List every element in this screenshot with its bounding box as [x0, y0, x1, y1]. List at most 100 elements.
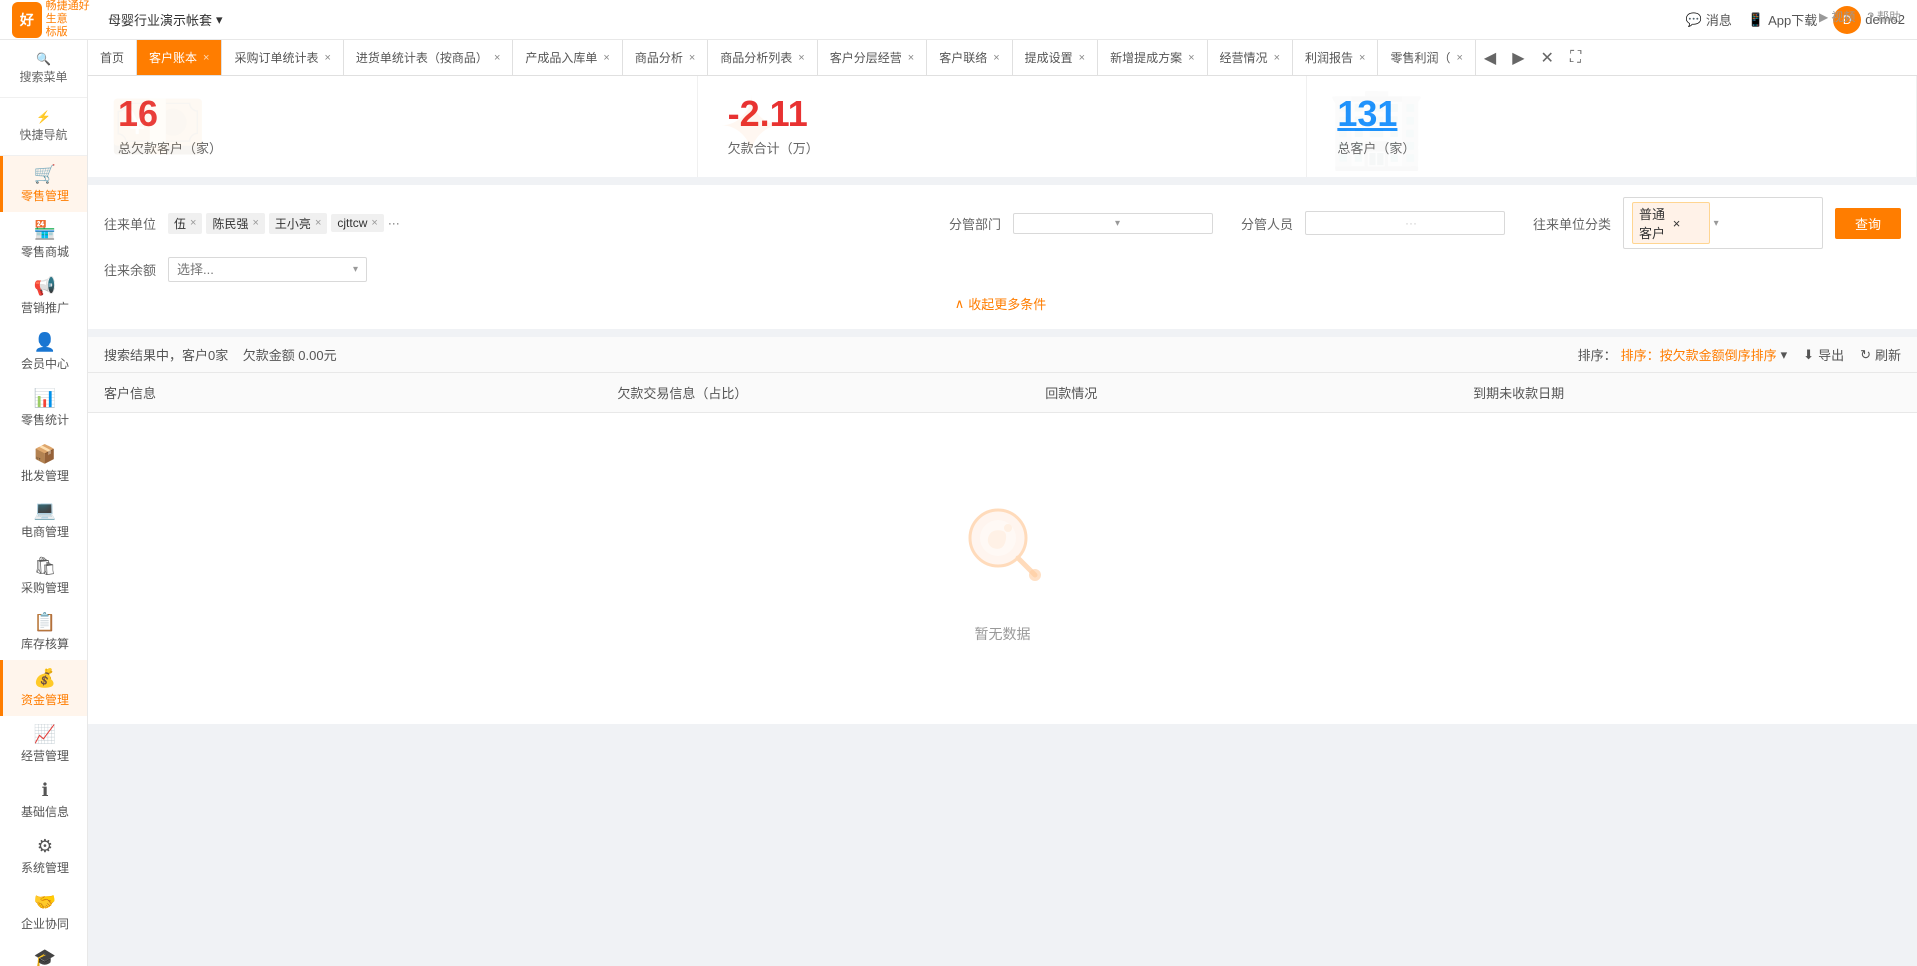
unit-tag-3[interactable]: cjttcw ×	[331, 214, 383, 232]
sidebar-item-retail-stats[interactable]: 📊 零售统计	[0, 380, 87, 436]
close-tab-retail-profit[interactable]: ×	[1456, 52, 1462, 64]
query-button[interactable]: 查询	[1835, 208, 1901, 239]
result-info: 搜索结果中，客户0家 欠款金额 0.00元	[104, 345, 337, 364]
close-tab-customer-tier[interactable]: ×	[908, 52, 914, 64]
person-select-more: ···	[1405, 216, 1496, 230]
enterprise-coop-icon: 🤝	[34, 892, 56, 913]
remove-tag-3[interactable]: ×	[371, 217, 377, 229]
close-tab-promotion-settings[interactable]: ×	[1079, 52, 1085, 64]
tab-inbound-stats[interactable]: 进货单统计表（按商品） ×	[344, 40, 513, 76]
unit-class-select[interactable]: 普通客户 × ▾	[1623, 197, 1823, 249]
person-select[interactable]: ···	[1305, 211, 1505, 235]
sidebar-item-system[interactable]: ⚙ 系统管理	[0, 828, 87, 884]
sidebar-item-marketing[interactable]: 📢 营销推广	[0, 268, 87, 324]
app-download-button[interactable]: 📱 App下载	[1748, 10, 1817, 29]
remove-tag-0[interactable]: ×	[190, 217, 196, 229]
sidebar-item-wholesale[interactable]: 📦 批发管理	[0, 436, 87, 492]
close-tab-customer-balance[interactable]: ×	[203, 52, 209, 64]
sidebar-item-new-guide[interactable]: 🎓 新手引导	[0, 940, 87, 966]
tab-new-promo-plan[interactable]: 新增提成方案 ×	[1098, 40, 1207, 76]
tab-customer-contact[interactable]: 客户联络 ×	[927, 40, 1012, 76]
sidebar-item-purchase[interactable]: 🛍 采购管理	[0, 548, 87, 604]
person-label: 分管人员	[1241, 214, 1293, 233]
system-icon: ⚙	[37, 836, 53, 857]
balance-input[interactable]	[177, 262, 353, 277]
tab-product-inbound[interactable]: 产成品入库单 ×	[513, 40, 622, 76]
tab-bar: 首页 客户账本 × 采购订单统计表 × 进货单统计表（按商品） × 产成品入库单…	[88, 40, 1917, 76]
close-tab-operations[interactable]: ×	[1274, 52, 1280, 64]
tab-operations[interactable]: 经营情况 ×	[1208, 40, 1293, 76]
search-icon: 🔍	[36, 52, 51, 66]
top-bar: 好 畅捷通好生意 标版 母婴行业演示帐套 ▾ 💬 消息 📱 App下载 D de…	[0, 0, 1917, 40]
close-tab-new-promo-plan[interactable]: ×	[1188, 52, 1194, 64]
balance-label: 往来余额	[104, 260, 156, 279]
balance-arrow: ▾	[353, 264, 358, 275]
tab-nav-left[interactable]: ◀	[1476, 40, 1504, 76]
export-button[interactable]: ⬇ 导出	[1803, 345, 1844, 364]
tab-nav-right[interactable]: ▶	[1504, 40, 1532, 76]
unit-class-arrow: ▾	[1714, 218, 1814, 229]
sidebar-item-basic-info[interactable]: ℹ 基础信息	[0, 772, 87, 828]
message-button[interactable]: 💬 消息	[1686, 10, 1732, 29]
unit-tags-more[interactable]: ···	[388, 216, 400, 230]
inventory-icon: 📋	[34, 612, 56, 633]
sidebar-item-enterprise-coop[interactable]: 🤝 企业协同	[0, 884, 87, 940]
dept-select[interactable]: ▾	[1013, 213, 1213, 234]
marketing-icon: 📢	[34, 276, 56, 297]
result-bar: 搜索结果中，客户0家 欠款金额 0.00元 排序： 排序：按欠款金额倒序排序 ▾…	[88, 337, 1917, 373]
tab-promotion-settings[interactable]: 提成设置 ×	[1013, 40, 1098, 76]
close-tab-inbound-stats[interactable]: ×	[494, 52, 500, 64]
refresh-button[interactable]: ↻ 刷新	[1860, 345, 1901, 364]
unit-label: 往来单位	[104, 214, 156, 233]
logo-area: 好 畅捷通好生意 标版	[12, 0, 100, 39]
sidebar-item-ecommerce[interactable]: 💻 电商管理	[0, 492, 87, 548]
close-tab-purchase-order[interactable]: ×	[324, 52, 330, 64]
workspace-selector[interactable]: 母婴行业演示帐套 ▾	[100, 10, 235, 29]
close-tab-product-inbound[interactable]: ×	[603, 52, 609, 64]
tab-customer-balance[interactable]: 客户账本 ×	[137, 40, 222, 76]
chevron-down-icon: ▾	[216, 12, 223, 28]
sidebar-item-inventory[interactable]: 📋 库存核算	[0, 604, 87, 660]
main-layout: 🔍 搜索菜单 ⚡ 快捷导航 🛒 零售管理 🏪 零售商城 📢 营销推广 👤 会员中…	[0, 40, 1917, 966]
tab-home[interactable]: 首页	[88, 40, 137, 76]
search-menu-button[interactable]: 🔍 搜索菜单	[6, 48, 81, 89]
sidebar-item-retail[interactable]: 🛒 零售管理	[0, 156, 87, 212]
collapse-button[interactable]: ∧ 收起更多条件	[104, 290, 1901, 317]
tab-purchase-order[interactable]: 采购订单统计表 ×	[222, 40, 343, 76]
unit-tags-container: 伍 × 陈民强 × 王小亮 × cjttcw ×	[168, 213, 921, 234]
nav-icon: ⚡	[36, 110, 51, 124]
close-tab-profit-report[interactable]: ×	[1359, 52, 1365, 64]
finance-icon: 💰	[34, 668, 56, 689]
remove-tag-1[interactable]: ×	[252, 217, 258, 229]
col-due-date: 到期未收款日期	[1473, 383, 1901, 402]
remove-unit-class-tag[interactable]: ×	[1673, 216, 1703, 231]
sidebar-item-finance[interactable]: 💰 资金管理	[0, 660, 87, 716]
unit-tag-2[interactable]: 王小亮 ×	[269, 213, 327, 234]
tab-retail-profit[interactable]: 零售利润（ ×	[1378, 40, 1475, 76]
sidebar-item-operations[interactable]: 📈 经营管理	[0, 716, 87, 772]
stats-row: 💴 16 总欠款客户（家） ✦ -2.11 欠款合计（万） 🏢 131 总客户（…	[88, 76, 1917, 177]
col-repayment: 回款情况	[1045, 383, 1473, 402]
unit-tag-1[interactable]: 陈民强 ×	[206, 213, 264, 234]
quick-nav-button[interactable]: ⚡ 快捷导航	[0, 102, 87, 151]
tab-product-analysis[interactable]: 商品分析 ×	[623, 40, 708, 76]
member-icon: 👤	[34, 332, 56, 353]
tab-customer-tier[interactable]: 客户分层经营 ×	[818, 40, 927, 76]
tab-close-all[interactable]: ✕	[1533, 40, 1562, 76]
close-tab-product-analysis[interactable]: ×	[689, 52, 695, 64]
sidebar-item-member[interactable]: 👤 会员中心	[0, 324, 87, 380]
sort-select[interactable]: 排序： 排序：按欠款金额倒序排序 ▾	[1578, 345, 1788, 364]
unit-class-label: 往来单位分类	[1533, 214, 1611, 233]
tab-product-analysis-list[interactable]: 商品分析列表 ×	[708, 40, 817, 76]
logo-text: 畅捷通好生意 标版	[46, 0, 100, 39]
basic-info-icon: ℹ	[42, 780, 49, 801]
sidebar-item-retail-store[interactable]: 🏪 零售商城	[0, 212, 87, 268]
close-tab-customer-contact[interactable]: ×	[993, 52, 999, 64]
tab-fullscreen[interactable]: ⛶	[1562, 40, 1589, 76]
tab-profit-report[interactable]: 利润报告 ×	[1293, 40, 1378, 76]
sidebar: 🔍 搜索菜单 ⚡ 快捷导航 🛒 零售管理 🏪 零售商城 📢 营销推广 👤 会员中…	[0, 40, 88, 966]
close-tab-product-analysis-list[interactable]: ×	[798, 52, 804, 64]
unit-tag-0[interactable]: 伍 ×	[168, 213, 202, 234]
remove-tag-2[interactable]: ×	[315, 217, 321, 229]
table-wrap: 客户信息 欠款交易信息（占比） 回款情况 到期未收款日期	[88, 373, 1917, 724]
